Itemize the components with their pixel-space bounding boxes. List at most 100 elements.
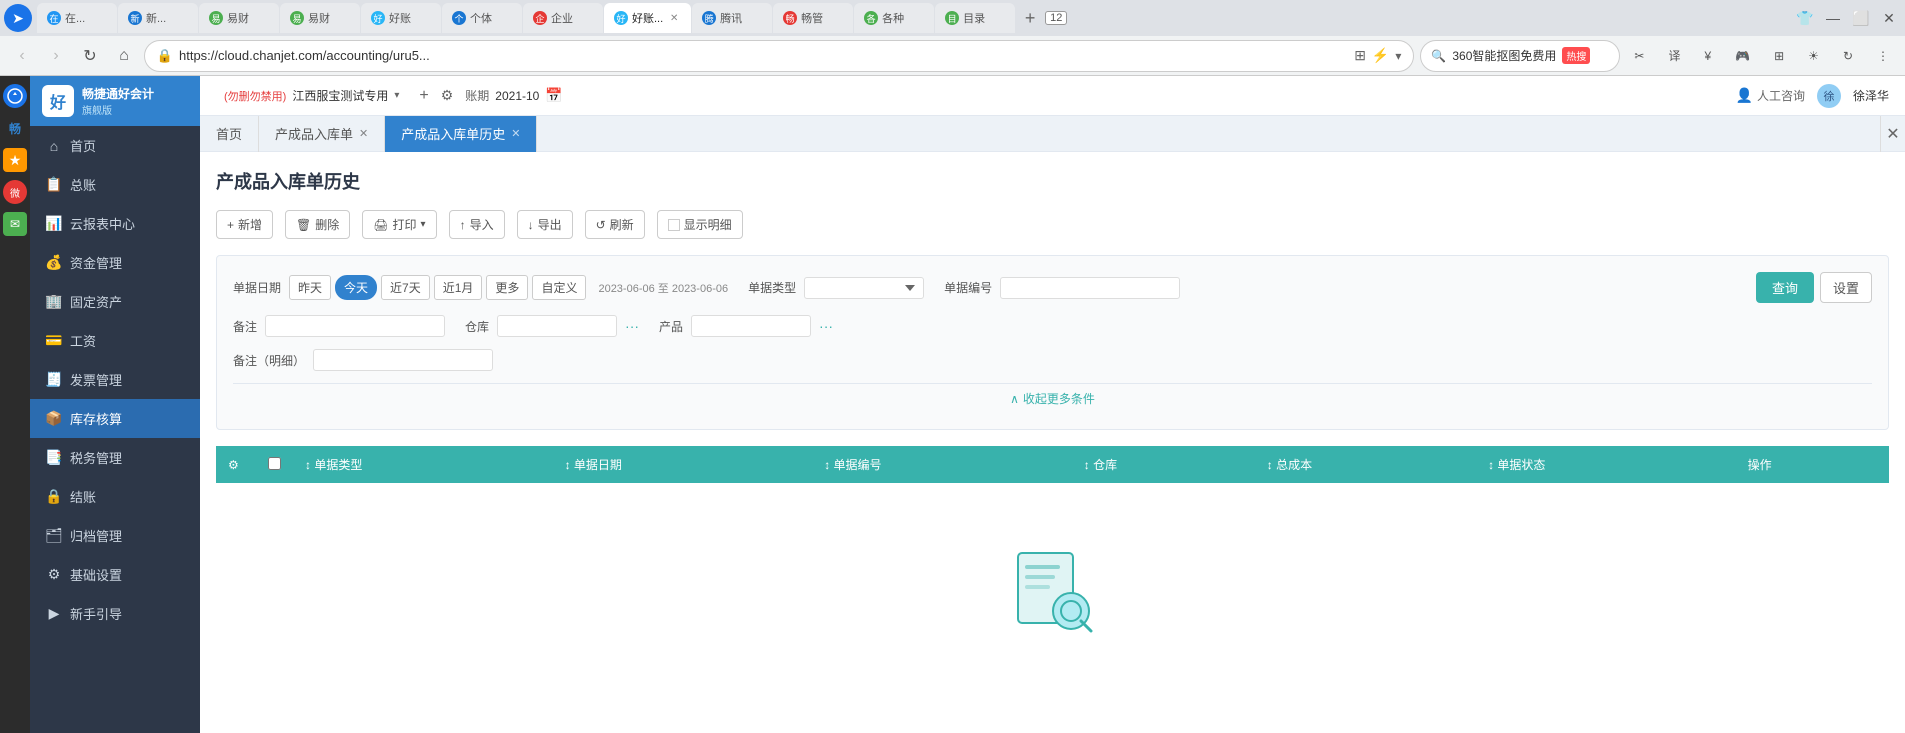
date-1month-btn[interactable]: 近1月 xyxy=(434,275,483,300)
sidebar-item-payroll[interactable]: 💳 工资 xyxy=(30,321,200,360)
new-button[interactable]: + 新增 xyxy=(216,210,273,239)
forward-button[interactable]: › xyxy=(42,42,70,70)
tab-12[interactable]: 目 目录 xyxy=(935,3,1015,33)
refresh-button[interactable]: ↻ xyxy=(76,42,104,70)
service-button[interactable]: 👤 人工咨询 xyxy=(1736,87,1805,104)
tab-10[interactable]: 畅 畅管 xyxy=(773,3,853,33)
lightning-icon[interactable]: ⚡ xyxy=(1372,47,1389,64)
tab-5[interactable]: 好 好账 xyxy=(361,3,441,33)
sidebar-item-invoice-mgmt[interactable]: 🧾 发票管理 xyxy=(30,360,200,399)
sidebar-item-archive[interactable]: 🗂 归档管理 xyxy=(30,516,200,555)
theme-tool[interactable]: ☀ xyxy=(1800,45,1827,67)
user-avatar[interactable]: 徐 xyxy=(1817,84,1841,108)
sidebar-item-tax-mgmt[interactable]: 📑 税务管理 xyxy=(30,438,200,477)
th-voucher-date[interactable]: ↕ 单据日期 xyxy=(553,446,813,483)
back-button[interactable]: ‹ xyxy=(8,42,36,70)
tab-1[interactable]: 在 在... xyxy=(37,3,117,33)
warehouse-input[interactable] xyxy=(497,315,617,337)
show-detail-button[interactable]: 显示明细 xyxy=(657,210,743,239)
tab-2[interactable]: 新 新... xyxy=(118,3,198,33)
sidebar-item-basic-settings[interactable]: ⚙ 基础设置 xyxy=(30,555,200,594)
settings-col-icon[interactable]: ⚙ xyxy=(228,458,239,472)
th-checkbox[interactable] xyxy=(256,446,293,483)
tab-page-home[interactable]: 首页 xyxy=(200,116,259,152)
scissors-tool[interactable]: ✂ xyxy=(1626,45,1652,67)
minimize-icon[interactable]: — xyxy=(1821,6,1845,30)
query-button[interactable]: 查询 xyxy=(1756,272,1814,303)
home-button[interactable]: ⌂ xyxy=(110,42,138,70)
tab-3[interactable]: 易 易财 xyxy=(199,3,279,33)
grid-icon[interactable]: ⊞ xyxy=(1354,47,1366,64)
date-yesterday-btn[interactable]: 昨天 xyxy=(289,275,331,300)
browser-nav-icon[interactable]: ➤ xyxy=(4,4,32,32)
chanjet-icon[interactable]: 畅 xyxy=(3,116,27,140)
calendar-icon[interactable]: 📅 xyxy=(545,87,562,104)
url-bar[interactable]: 🔒 https://cloud.chanjet.com/accounting/u… xyxy=(144,40,1414,72)
game-tool[interactable]: 🎮 xyxy=(1727,45,1758,67)
sidebar-item-home[interactable]: ⌂ 首页 xyxy=(30,126,200,165)
history-forward-tool[interactable]: ↻ xyxy=(1835,45,1861,67)
filter-collapse-button[interactable]: ∧ 收起更多条件 xyxy=(233,383,1872,413)
voucher-number-input[interactable] xyxy=(1000,277,1180,299)
tab-product-inbound-list-close[interactable]: ✕ xyxy=(359,127,368,140)
dropdown-icon[interactable]: ▾ xyxy=(1395,49,1401,63)
new-tab-button[interactable]: + xyxy=(1016,4,1044,32)
more-tools[interactable]: ⋮ xyxy=(1869,45,1897,67)
mail-sidebar-icon[interactable]: ✉ xyxy=(3,212,27,236)
sidebar-item-fund-mgmt[interactable]: 💰 资金管理 xyxy=(30,243,200,282)
print-button[interactable]: 🖨 打印 ▾ xyxy=(362,210,436,239)
note-input[interactable] xyxy=(265,315,445,337)
weibo-sidebar-icon[interactable]: 微 xyxy=(3,180,27,204)
th-total-cost[interactable]: ↕ 总成本 xyxy=(1255,446,1476,483)
sidebar-item-checkout[interactable]: 🔒 结账 xyxy=(30,477,200,516)
th-voucher-status[interactable]: ↕ 单据状态 xyxy=(1476,446,1736,483)
sidebar-item-report-center[interactable]: 📊 云报表中心 xyxy=(30,204,200,243)
detail-note-input[interactable] xyxy=(313,349,493,371)
date-today-btn[interactable]: 今天 xyxy=(335,275,377,300)
app-launcher-icon[interactable] xyxy=(3,84,27,108)
delete-button[interactable]: 🗑 删除 xyxy=(285,210,350,239)
settings-button[interactable]: 设置 xyxy=(1820,272,1872,303)
select-all-checkbox[interactable] xyxy=(268,457,281,470)
sidebar-item-inventory[interactable]: 📦 库存核算 xyxy=(30,399,200,438)
search-bar[interactable]: 🔍 360智能抠图免费用 热搜 xyxy=(1420,40,1620,72)
th-voucher-type[interactable]: ↕ 单据类型 xyxy=(293,446,553,483)
star-sidebar-icon[interactable]: ★ xyxy=(3,148,27,172)
sidebar-item-new-entry[interactable]: ▶ 新手引导 xyxy=(30,594,200,633)
tab-11[interactable]: 各 各种 xyxy=(854,3,934,33)
translate-tool[interactable]: 译 xyxy=(1660,43,1688,68)
layout-tool[interactable]: ⊞ xyxy=(1766,45,1792,67)
tab-7[interactable]: 企 企业 xyxy=(523,3,603,33)
company-settings-icon[interactable]: ⚙ xyxy=(441,87,454,104)
th-voucher-number[interactable]: ↕ 单据编号 xyxy=(812,446,1072,483)
product-input[interactable] xyxy=(691,315,811,337)
voucher-type-select[interactable] xyxy=(804,277,924,299)
th-warehouse[interactable]: ↕ 仓库 xyxy=(1072,446,1255,483)
tab-9[interactable]: 腾 腾讯 xyxy=(692,3,772,33)
tab-8[interactable]: 好 好账... ✕ xyxy=(604,3,691,33)
product-dots[interactable]: ··· xyxy=(819,318,833,334)
currency-tool[interactable]: ¥ xyxy=(1696,45,1719,67)
th-settings[interactable]: ⚙ xyxy=(216,446,256,483)
tab-6[interactable]: 个 个体 xyxy=(442,3,522,33)
date-7days-btn[interactable]: 近7天 xyxy=(381,275,430,300)
export-button[interactable]: ↓ 导出 xyxy=(517,210,573,239)
tab-8-close[interactable]: ✕ xyxy=(667,11,681,25)
sidebar-item-fixed-assets[interactable]: 🏢 固定资产 xyxy=(30,282,200,321)
add-company-btn[interactable]: + xyxy=(419,87,428,105)
shirt-icon[interactable]: 👕 xyxy=(1793,6,1817,30)
tab-4[interactable]: 易 易财 xyxy=(280,3,360,33)
tab-product-inbound-history-close[interactable]: ✕ xyxy=(511,127,520,140)
tab-product-inbound-list[interactable]: 产成品入库单 ✕ xyxy=(259,116,385,152)
date-more-btn[interactable]: 更多 xyxy=(486,275,528,300)
refresh-btn[interactable]: ↺ 刷新 xyxy=(585,210,645,239)
close-window-icon[interactable]: ✕ xyxy=(1877,6,1901,30)
tab-product-inbound-history[interactable]: 产成品入库单历史 ✕ xyxy=(385,116,537,152)
date-custom-btn[interactable]: 自定义 xyxy=(532,275,586,300)
sidebar-item-general-ledger[interactable]: 📋 总账 xyxy=(30,165,200,204)
company-selector[interactable]: (勿删勿禁用) 江西服宝测试专用 ▾ xyxy=(216,83,407,108)
restore-icon[interactable]: ⬜ xyxy=(1849,6,1873,30)
close-panel-button[interactable]: ✕ xyxy=(1881,116,1905,152)
warehouse-dots[interactable]: ··· xyxy=(625,318,639,334)
import-button[interactable]: ↑ 导入 xyxy=(449,210,505,239)
